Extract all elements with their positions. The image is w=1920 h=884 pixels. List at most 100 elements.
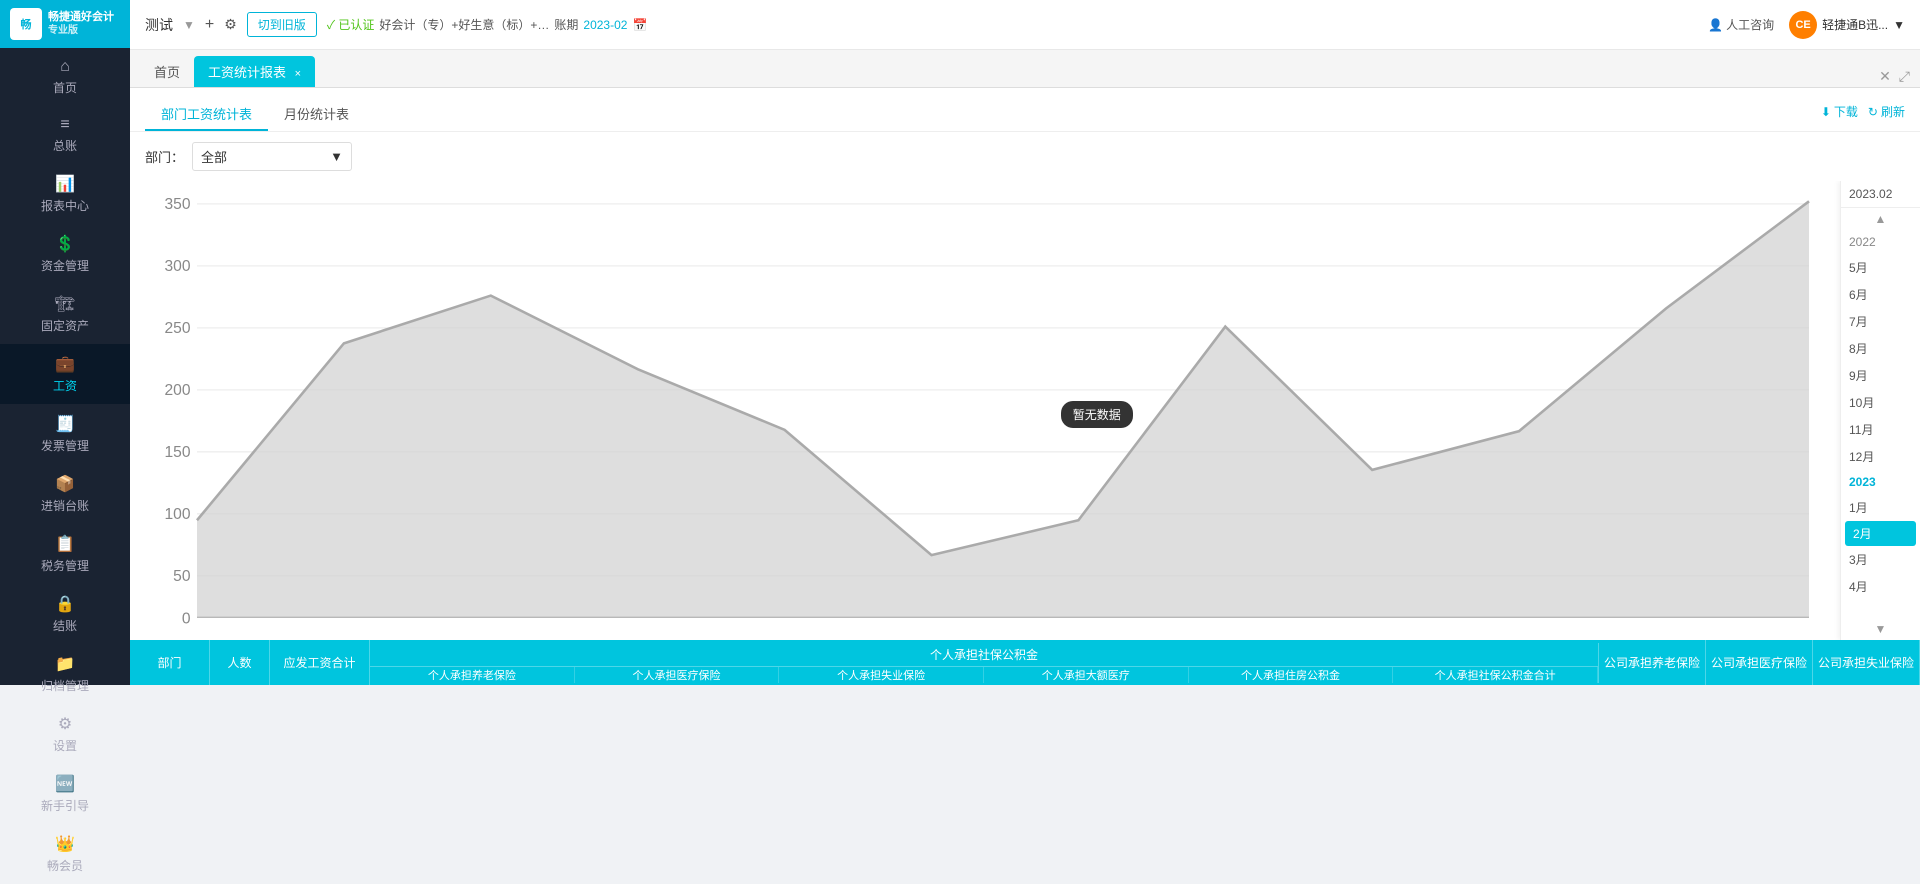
- filter-label: 部门：: [145, 147, 184, 166]
- switch-version-button[interactable]: 切到旧版: [247, 12, 317, 37]
- sidebar-item-label: 畅会员: [47, 857, 83, 874]
- consult-icon: 👤: [1708, 18, 1723, 32]
- tax-icon: 📋: [55, 534, 75, 554]
- tab-close-button[interactable]: ×: [295, 68, 301, 80]
- sidebar-item-label: 报表中心: [41, 197, 89, 214]
- download-button[interactable]: ⬇ 下载: [1821, 103, 1858, 120]
- settings-button[interactable]: ⚙: [224, 16, 237, 33]
- sidebar-item-member[interactable]: 👑 畅会员: [0, 824, 130, 884]
- col-personal-total: 个人承担社保公积金合计: [1393, 667, 1598, 683]
- user-dropdown-icon: ▼: [1893, 18, 1905, 32]
- tab-salary[interactable]: 工资统计报表 ×: [194, 56, 315, 87]
- month-dec[interactable]: 12月: [1841, 443, 1920, 470]
- ledger-icon: ≡: [60, 116, 69, 134]
- subtab-month[interactable]: 月份统计表: [268, 98, 365, 131]
- purchase-icon: 📦: [55, 474, 75, 494]
- scroll-down-button[interactable]: ▼: [1841, 618, 1920, 640]
- col-personal-housing: 个人承担住房公积金: [1189, 667, 1394, 683]
- svg-text:300: 300: [164, 258, 190, 275]
- home-icon: ⌂: [60, 58, 70, 76]
- salary-icon: 💼: [55, 354, 75, 374]
- sidebar: 畅 畅捷通好会计 专业版 ⌂ 首页 ≡ 总账 📊 报表中心 💲 资金管理 🏗 固…: [0, 0, 130, 685]
- sidebar-item-label: 工资: [53, 377, 77, 394]
- sidebar-item-closing[interactable]: 🔒 结账: [0, 584, 130, 644]
- sidebar-item-label: 归档管理: [41, 677, 89, 694]
- guide-icon: 🆕: [55, 774, 75, 794]
- sidebar-item-salary[interactable]: 💼 工资: [0, 344, 130, 404]
- month-jul[interactable]: 7月: [1841, 308, 1920, 335]
- sidebar-item-archive[interactable]: 📁 归档管理: [0, 644, 130, 704]
- table-header: 部门 人数 应发工资合计 个人承担社保公积金 个人承担养老保险 个人承担医疗保险: [130, 640, 1920, 685]
- dept-select[interactable]: 全部 ▼: [192, 142, 352, 171]
- month-jun[interactable]: 6月: [1841, 281, 1920, 308]
- sidebar-item-guide[interactable]: 🆕 新手引导: [0, 764, 130, 824]
- chart-area: 0 50 100 150 200 250 300 350 暂无数据: [130, 181, 1920, 640]
- sidebar-item-settings[interactable]: ⚙ 设置: [0, 704, 130, 764]
- sidebar-item-home[interactable]: ⌂ 首页: [0, 48, 130, 106]
- sidebar-item-tax[interactable]: 📋 税务管理: [0, 524, 130, 584]
- sidebar-item-label: 进销台账: [41, 497, 89, 514]
- subtabs: 部门工资统计表 月份统计表 ⬇ 下载 ↻ 刷新: [130, 88, 1920, 132]
- sidebar-item-label: 设置: [53, 737, 77, 754]
- svg-text:100: 100: [164, 506, 190, 523]
- funds-icon: 💲: [55, 234, 75, 254]
- month-aug[interactable]: 8月: [1841, 335, 1920, 362]
- assets-icon: 🏗: [55, 294, 75, 314]
- main-area: 测试 ▼ + ⚙ 切到旧版 ✓ 已认证 好会计（专）+好生意（标）+… 账期 2…: [130, 0, 1920, 685]
- month-apr[interactable]: 4月: [1841, 573, 1920, 600]
- period-value: 2023-02: [583, 18, 627, 32]
- settings-icon: ⚙: [58, 714, 72, 734]
- sidebar-item-label: 资金管理: [41, 257, 89, 274]
- sidebar-item-reports[interactable]: 📊 报表中心: [0, 164, 130, 224]
- month-sep[interactable]: 9月: [1841, 362, 1920, 389]
- filter-bar: 部门： 全部 ▼: [130, 132, 1920, 181]
- tab-home[interactable]: 首页: [140, 56, 194, 87]
- logo-subtitle: 专业版: [48, 25, 114, 37]
- subtab-dept[interactable]: 部门工资统计表: [145, 98, 268, 131]
- period-label: 账期: [554, 16, 578, 33]
- sidebar-item-assets[interactable]: 🏗 固定资产: [0, 284, 130, 344]
- col-personal-medical: 个人承担医疗保险: [575, 667, 780, 683]
- add-button[interactable]: +: [205, 16, 214, 34]
- sidebar-item-purchase[interactable]: 📦 进销台账: [0, 464, 130, 524]
- col-company-medical: 公司承担医疗保险: [1706, 640, 1813, 685]
- group-header: 个人承担社保公积金: [370, 643, 1598, 667]
- topbar: 测试 ▼ + ⚙ 切到旧版 ✓ 已认证 好会计（专）+好生意（标）+… 账期 2…: [130, 0, 1920, 50]
- tags-badge: 好会计（专）+好生意（标）+…: [379, 16, 549, 33]
- refresh-button[interactable]: ↻ 刷新: [1868, 103, 1905, 120]
- member-icon: 👑: [55, 834, 75, 854]
- sidebar-item-label: 税务管理: [41, 557, 89, 574]
- col-dept: 部门: [130, 640, 210, 685]
- month-oct[interactable]: 10月: [1841, 389, 1920, 416]
- month-feb-active[interactable]: 2月: [1845, 521, 1916, 546]
- consult-button[interactable]: 👤 人工咨询: [1708, 16, 1774, 33]
- month-mar[interactable]: 3月: [1841, 546, 1920, 573]
- month-jan[interactable]: 1月: [1841, 494, 1920, 521]
- month-may[interactable]: 5月: [1841, 254, 1920, 281]
- col-company-pension: 公司承担养老保险: [1599, 640, 1706, 685]
- scroll-up-button[interactable]: ▲: [1841, 208, 1920, 230]
- window-close-icon[interactable]: ✕: [1879, 68, 1891, 85]
- svg-text:250: 250: [164, 320, 190, 337]
- svg-text:350: 350: [164, 196, 190, 213]
- dropdown-arrow-icon[interactable]: ▼: [183, 18, 195, 32]
- select-arrow-icon: ▼: [330, 149, 343, 164]
- user-name: 轻捷通B迅...: [1822, 16, 1888, 33]
- user-menu[interactable]: CE 轻捷通B迅... ▼: [1789, 11, 1905, 39]
- avatar: CE: [1789, 11, 1817, 39]
- sidebar-item-ledger[interactable]: ≡ 总账: [0, 106, 130, 164]
- svg-text:200: 200: [164, 382, 190, 399]
- sidebar-item-label: 总账: [53, 137, 77, 154]
- sidebar-item-label: 结账: [53, 617, 77, 634]
- col-personal-major-medical: 个人承担大额医疗: [984, 667, 1189, 683]
- calendar-icon[interactable]: 📅: [632, 18, 647, 32]
- month-nov[interactable]: 11月: [1841, 416, 1920, 443]
- sidebar-item-label: 首页: [53, 79, 77, 96]
- year-2022: 2022: [1841, 230, 1920, 254]
- col-company-unemployment: 公司承担失业保险: [1813, 640, 1920, 685]
- sidebar-item-funds[interactable]: 💲 资金管理: [0, 224, 130, 284]
- sidebar-item-invoice[interactable]: 🧾 发票管理: [0, 404, 130, 464]
- logo-title: 畅捷通好会计: [48, 11, 114, 24]
- window-expand-icon[interactable]: ⤢: [1899, 68, 1910, 85]
- certified-badge: ✓ 已认证: [327, 16, 375, 33]
